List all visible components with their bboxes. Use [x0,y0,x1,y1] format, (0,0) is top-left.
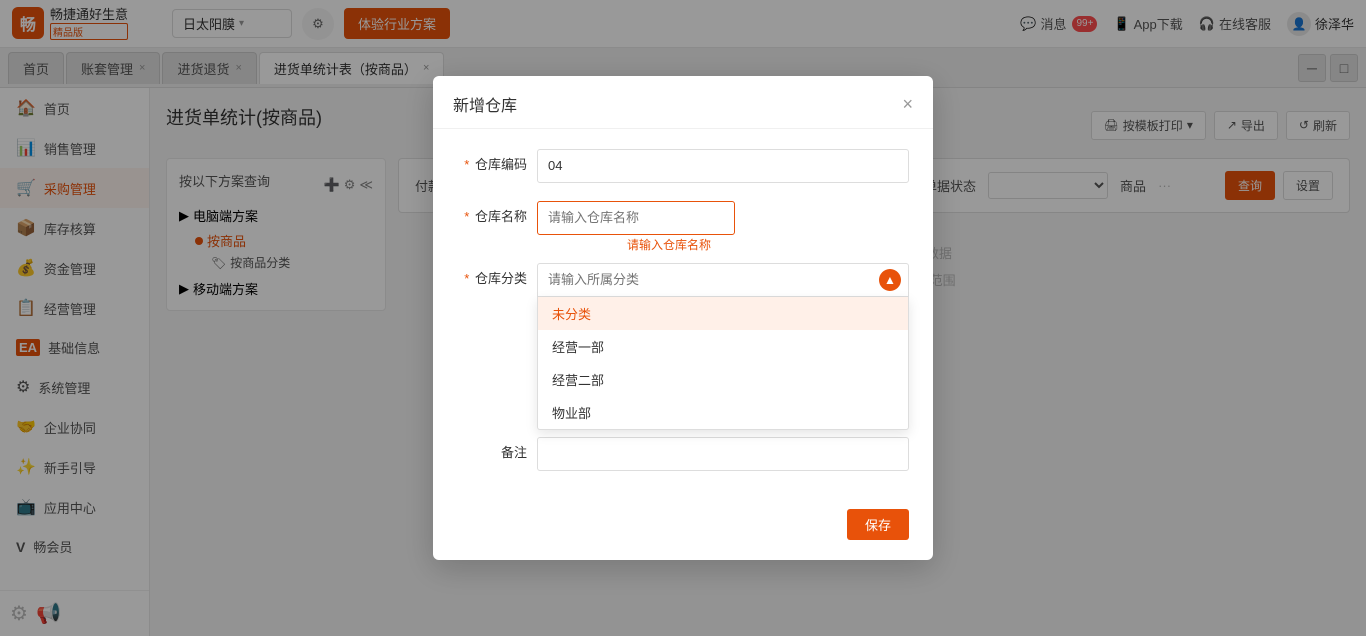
dropdown-item-uncategorized[interactable]: 未分类 [538,297,908,330]
category-input[interactable] [537,263,909,297]
dropdown-item-dept2[interactable]: 经营二部 [538,363,908,396]
new-warehouse-modal: 新增仓库 × * 仓库编码 * 仓库名称 请输入仓库名称 * [433,76,933,560]
warehouse-code-input[interactable] [537,149,909,183]
modal-footer: 保存 [433,509,933,540]
modal-close-button[interactable]: × [902,94,913,115]
warehouse-category-label: * 仓库分类 [457,263,537,295]
remark-label: 备注 [457,437,537,469]
modal-header: 新增仓库 × [433,76,933,129]
category-dropdown: 未分类 经营一部 经营二部 物业部 [537,297,909,430]
warehouse-name-row: * 仓库名称 请输入仓库名称 [457,201,909,235]
warehouse-category-row: * 仓库分类 ▲ 未分类 经营一部 经营二部 物业部 [457,263,909,297]
category-toggle-button[interactable]: ▲ [879,269,901,291]
remark-input[interactable] [537,437,909,471]
save-button[interactable]: 保存 [847,509,909,540]
dropdown-item-dept3[interactable]: 物业部 [538,396,908,429]
warehouse-code-label: * 仓库编码 [457,149,537,181]
warehouse-name-error: 请输入仓库名称 [627,236,711,253]
dropdown-item-dept1[interactable]: 经营一部 [538,330,908,363]
warehouse-code-row: * 仓库编码 [457,149,909,183]
modal-title: 新增仓库 [453,92,517,116]
category-input-wrap: ▲ 未分类 经营一部 经营二部 物业部 [537,263,909,297]
modal-body: * 仓库编码 * 仓库名称 请输入仓库名称 * 仓库分类 ▲ [433,129,933,509]
warehouse-name-input[interactable] [537,201,735,235]
remark-row: 备注 [457,437,909,471]
warehouse-name-label: * 仓库名称 [457,201,537,233]
